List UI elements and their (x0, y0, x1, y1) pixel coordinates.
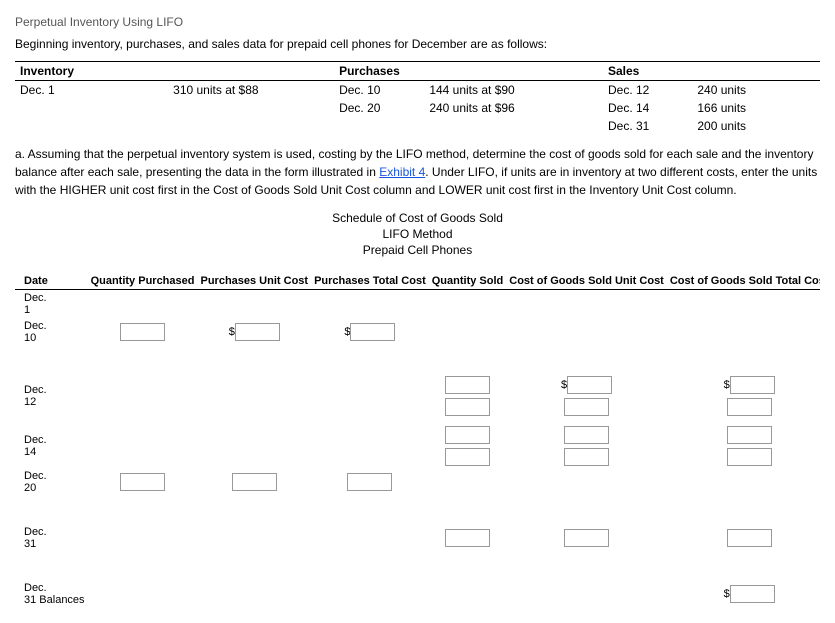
date-dec10: Dec.10 (21, 318, 88, 346)
balances-label: Balances (39, 594, 84, 606)
dec14-total-cost-input-2[interactable] (727, 448, 772, 466)
dec10-total-cost-input[interactable] (350, 323, 395, 341)
table-row: Dec.20 (15, 468, 820, 496)
inv-detail-1: 310 units at $88 (168, 81, 334, 100)
dec31-unit-cost-input[interactable] (564, 529, 609, 547)
date-dec14: Dec.14 (21, 424, 88, 468)
table-row: Dec.31 (15, 524, 820, 552)
dec12-unit-cost-input-2[interactable] (564, 398, 609, 416)
table-row: Dec.31 Balances $ $ (15, 580, 820, 608)
dec20-unit-cost-input[interactable] (232, 473, 277, 491)
purch-date-1: Dec. 10 (334, 81, 424, 100)
purch-detail-2: 240 units at $96 (424, 99, 603, 117)
sale-detail-1: 240 units (692, 81, 820, 100)
schedule-wrapper: Date Quantity Purchased Purchases Unit C… (15, 273, 820, 608)
date-dec31: Dec.31 (21, 524, 88, 552)
table-row (15, 496, 820, 518)
dec31-qty-sold-input[interactable] (445, 529, 490, 547)
th-cogs-total-cost: Cost of Goods Sold Total Cost (667, 273, 820, 290)
th-purchases-total-cost: Purchases Total Cost (311, 273, 429, 290)
dec20-total-cost-input[interactable] (347, 473, 392, 491)
dec10-qty-purchased-input[interactable] (120, 323, 165, 341)
sales-header: Sales (603, 62, 692, 81)
dec31-total-cost-input[interactable] (727, 529, 772, 547)
sale-date-2: Dec. 14 (603, 99, 692, 117)
purch-date-2: Dec. 20 (334, 99, 424, 117)
th-date: Date (21, 273, 88, 290)
th-purchases-unit-cost: Purchases Unit Cost (197, 273, 311, 290)
inv-header: Inventory (15, 62, 168, 81)
sale-detail-3: 200 units (692, 117, 820, 135)
dec12-qty-sold-input-1[interactable] (445, 376, 490, 394)
table-row: Dec.1 310 $88 $27,280 (15, 290, 820, 319)
date-dec1: Dec.1 (21, 290, 88, 319)
schedule-title-3: Prepaid Cell Phones (15, 243, 820, 257)
schedule-title-1: Schedule of Cost of Goods Sold (15, 211, 820, 225)
purch-detail-1: 144 units at $90 (424, 81, 603, 100)
table-row: Dec.10 $ $ (15, 318, 820, 346)
inv-date-1: Dec. 1 (15, 81, 168, 100)
date-dec20: Dec.20 (21, 468, 88, 496)
schedule-title-2: LIFO Method (15, 227, 820, 241)
dec12-total-cost-input-1[interactable] (730, 376, 775, 394)
dec14-qty-sold-input-1[interactable] (445, 426, 490, 444)
sales-detail-header (692, 62, 820, 81)
balances-cogs-total-input[interactable] (730, 585, 775, 603)
purch-detail-header (424, 62, 603, 81)
top-data-table: Inventory Purchases Sales Dec. 1 310 uni… (15, 61, 820, 135)
date-dec31-balances: Dec.31 Balances (21, 580, 88, 608)
dec14-total-cost-input-1[interactable] (727, 426, 772, 444)
page-title: Perpetual Inventory Using LIFO (15, 15, 820, 29)
dec20-qty-purchased-input[interactable] (120, 473, 165, 491)
intro-text: Beginning inventory, purchases, and sale… (15, 37, 820, 51)
instruction-block: a. Assuming that the perpetual inventory… (15, 145, 820, 199)
table-row (15, 346, 820, 368)
sale-date-3: Dec. 31 (603, 117, 692, 135)
table-row: Dec.12 $ $ (15, 374, 820, 396)
dec14-unit-cost-input-1[interactable] (564, 426, 609, 444)
table-row (15, 552, 820, 574)
dec10-unit-cost-input[interactable] (235, 323, 280, 341)
dec14-qty-sold-input-2[interactable] (445, 448, 490, 466)
table-row: Dec.14 (15, 424, 820, 446)
purch-header: Purchases (334, 62, 424, 81)
date-dec12: Dec.12 (21, 374, 88, 418)
dec14-unit-cost-input-2[interactable] (564, 448, 609, 466)
inv-detail-header (168, 62, 334, 81)
sale-date-1: Dec. 12 (603, 81, 692, 100)
schedule-table: Date Quantity Purchased Purchases Unit C… (15, 273, 820, 608)
dec12-unit-cost-input-1[interactable] (567, 376, 612, 394)
sale-detail-2: 166 units (692, 99, 820, 117)
table-row (15, 396, 820, 418)
dec12-total-cost-input-2[interactable] (727, 398, 772, 416)
th-cogs-unit-cost: Cost of Goods Sold Unit Cost (506, 273, 667, 290)
th-qty-sold: Quantity Sold (429, 273, 507, 290)
exhibit-link[interactable]: Exhibit 4 (379, 165, 425, 179)
th-qty-purchased: Quantity Purchased (88, 273, 198, 290)
dec12-qty-sold-input-2[interactable] (445, 398, 490, 416)
table-row (15, 446, 820, 468)
